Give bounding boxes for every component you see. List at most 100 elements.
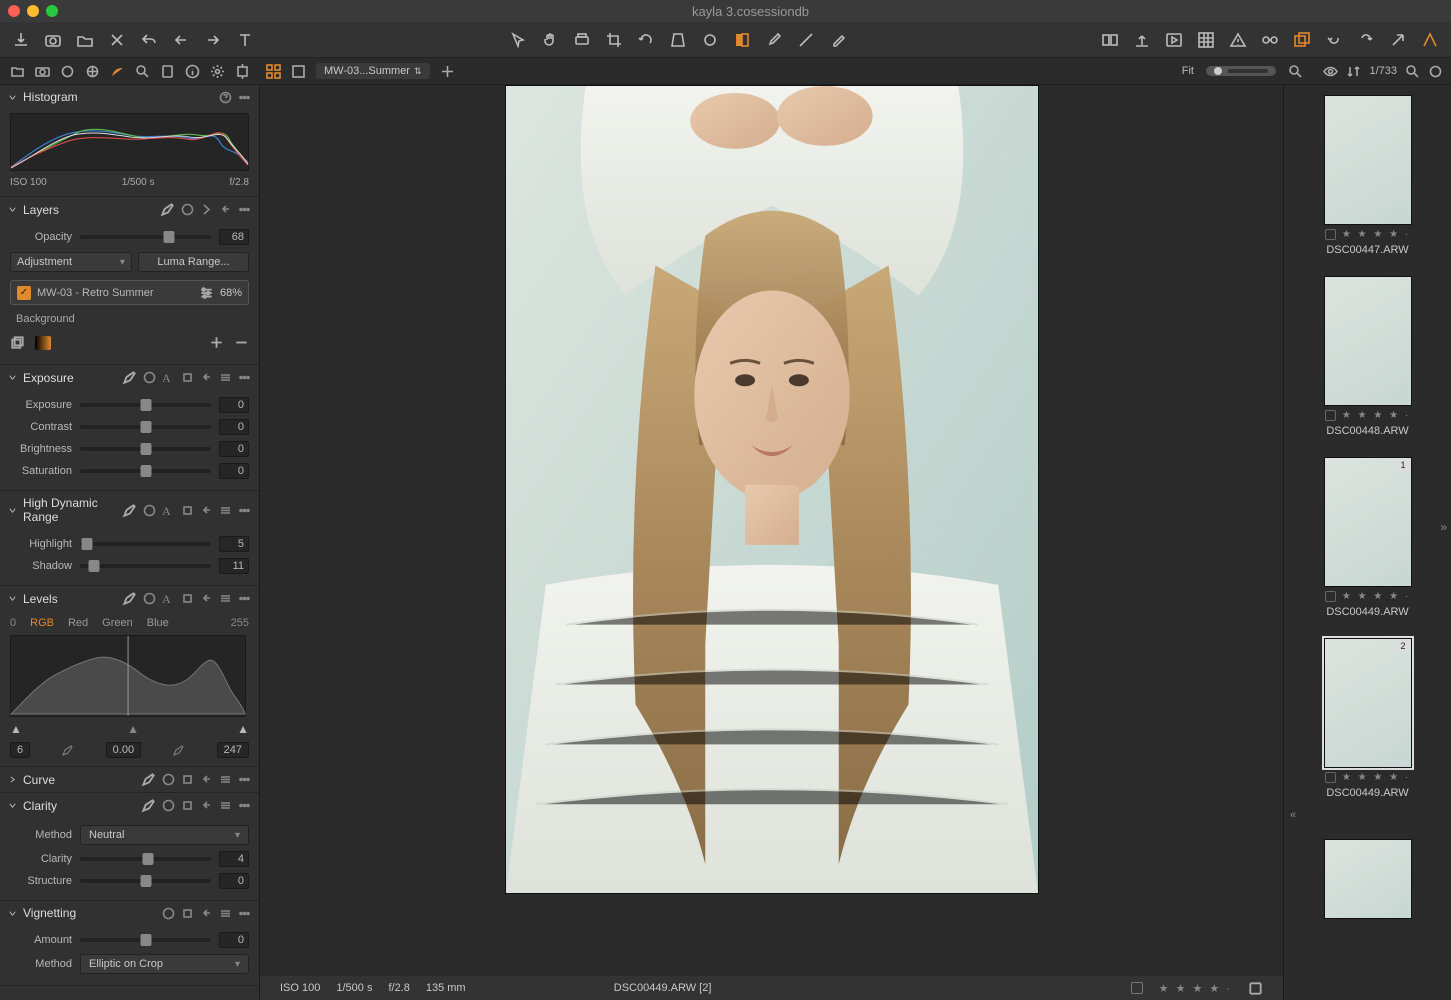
exposure-row-2-value[interactable]: 0	[219, 441, 249, 457]
delete-icon[interactable]	[108, 31, 126, 49]
clarity-row-0-slider[interactable]	[80, 857, 211, 861]
layers-header[interactable]: Layers	[0, 197, 259, 222]
levels-black-handle[interactable]: ▲	[10, 722, 22, 736]
reset-icon[interactable]	[200, 371, 213, 384]
help-icon[interactable]	[143, 371, 156, 384]
exposure-tab-icon[interactable]	[110, 64, 125, 79]
rotate-left-icon[interactable]	[1325, 31, 1343, 49]
levels-tab-red[interactable]: Red	[68, 617, 88, 629]
copy-icon[interactable]	[181, 504, 194, 517]
histogram-header[interactable]: Histogram	[0, 85, 259, 109]
layers-picker-icon[interactable]	[160, 202, 175, 217]
sort-icon[interactable]	[1346, 64, 1361, 79]
exposure-row-0-slider[interactable]	[80, 403, 211, 407]
undo-icon[interactable]	[219, 203, 232, 216]
status-checkbox[interactable]	[1131, 982, 1143, 994]
exposure-header[interactable]: Exposure A	[0, 365, 259, 390]
text-annotation-icon[interactable]	[236, 31, 254, 49]
browser-item[interactable]	[1284, 829, 1451, 929]
minimize-window-button[interactable]	[27, 5, 39, 17]
library-tab-icon[interactable]	[10, 64, 25, 79]
opacity-slider[interactable]	[80, 235, 211, 239]
levels-out-mid[interactable]: 0.00	[106, 742, 141, 758]
help-icon[interactable]	[162, 799, 175, 812]
upload-icon[interactable]	[1133, 31, 1151, 49]
browser-rating[interactable]: ★ ★ ★ ★ ·	[1342, 410, 1410, 421]
hdr-row-1-value[interactable]: 11	[219, 558, 249, 574]
menu-icon[interactable]	[219, 799, 232, 812]
help-icon[interactable]	[162, 907, 175, 920]
more-icon[interactable]	[238, 773, 251, 786]
exposure-picker-icon[interactable]	[122, 370, 137, 385]
levels-out-low[interactable]: 6	[10, 742, 30, 758]
vignetting-header[interactable]: Vignetting	[0, 901, 259, 925]
add-layer-icon[interactable]	[209, 335, 224, 350]
luma-range-button[interactable]: Luma Range...	[138, 252, 249, 272]
camera-tab-icon[interactable]	[35, 64, 50, 79]
settings-tab-icon[interactable]	[210, 64, 225, 79]
browser-select-checkbox[interactable]	[1325, 410, 1336, 421]
menu-icon[interactable]	[219, 907, 232, 920]
browser-item[interactable]: ★ ★ ★ ★ · DSC00447.ARW	[1284, 85, 1451, 266]
preview-toggle-icon[interactable]	[1323, 64, 1338, 79]
exposure-row-3-slider[interactable]	[80, 469, 211, 473]
black-picker-icon[interactable]	[61, 744, 74, 757]
more-icon[interactable]	[238, 91, 251, 104]
levels-tab-rgb[interactable]: RGB	[30, 617, 54, 629]
vignette-amount-value[interactable]: 0	[219, 932, 249, 948]
help-icon[interactable]	[143, 592, 156, 605]
reset-icon[interactable]	[200, 504, 213, 517]
undo-step-icon[interactable]	[172, 31, 190, 49]
export-icon[interactable]	[1389, 31, 1407, 49]
exposure-row-1-slider[interactable]	[80, 425, 211, 429]
more-icon[interactable]	[238, 203, 251, 216]
undo-icon[interactable]	[140, 31, 158, 49]
auto-icon[interactable]: A	[162, 371, 175, 384]
layer-visible-checkbox[interactable]: ✓	[17, 286, 31, 300]
clarity-picker-icon[interactable]	[141, 798, 156, 813]
export-folder-icon[interactable]	[76, 31, 94, 49]
expand-icon[interactable]	[200, 203, 213, 216]
preview-image[interactable]	[505, 85, 1039, 894]
more-icon[interactable]	[238, 592, 251, 605]
plugins-tab-icon[interactable]	[235, 64, 250, 79]
menu-icon[interactable]	[219, 592, 232, 605]
more-icon[interactable]	[238, 504, 251, 517]
browser-rating[interactable]: ★ ★ ★ ★ ·	[1342, 772, 1410, 783]
copy-icon[interactable]	[181, 592, 194, 605]
color-tag-icon[interactable]	[1248, 981, 1263, 996]
copy-icon[interactable]	[181, 907, 194, 920]
hdr-picker-icon[interactable]	[122, 503, 137, 518]
compare-icon[interactable]	[1101, 31, 1119, 49]
lens-tab-icon[interactable]	[60, 64, 75, 79]
hdr-header[interactable]: High Dynamic Range A	[0, 491, 259, 529]
capture-icon[interactable]	[44, 31, 62, 49]
more-icon[interactable]	[238, 371, 251, 384]
grid-view-icon[interactable]	[266, 64, 281, 79]
levels-histogram[interactable]	[10, 635, 246, 717]
more-icon[interactable]	[238, 799, 251, 812]
single-view-icon[interactable]	[291, 64, 306, 79]
loupe-icon[interactable]	[1288, 64, 1303, 79]
rotate-tool-icon[interactable]	[637, 31, 655, 49]
remove-layer-icon[interactable]	[234, 335, 249, 350]
cursor-tool-icon[interactable]	[509, 31, 527, 49]
status-rating[interactable]: ★ ★ ★ ★ ·	[1159, 982, 1232, 995]
rotate-right-icon[interactable]	[1357, 31, 1375, 49]
clarity-method-select[interactable]: Neutral	[80, 825, 249, 845]
clarity-row-1-value[interactable]: 0	[219, 873, 249, 889]
brush-tool-icon[interactable]	[765, 31, 783, 49]
crop-tool-icon[interactable]	[605, 31, 623, 49]
curve-picker-icon[interactable]	[141, 772, 156, 787]
expand-browser-icon[interactable]: »	[1440, 520, 1447, 534]
spot-tool-icon[interactable]	[701, 31, 719, 49]
hdr-row-0-slider[interactable]	[80, 542, 211, 546]
hdr-row-1-slider[interactable]	[80, 564, 211, 568]
mask-gradient-icon[interactable]	[35, 336, 51, 350]
clarity-header[interactable]: Clarity	[0, 793, 259, 818]
clarity-row-1-slider[interactable]	[80, 879, 211, 883]
browser-item[interactable]: 2 ★ ★ ★ ★ · DSC00449.ARW	[1284, 628, 1451, 809]
add-variant-icon[interactable]	[440, 64, 455, 79]
layer-background[interactable]: Background	[10, 309, 249, 329]
browser-search-icon[interactable]	[1405, 64, 1420, 79]
